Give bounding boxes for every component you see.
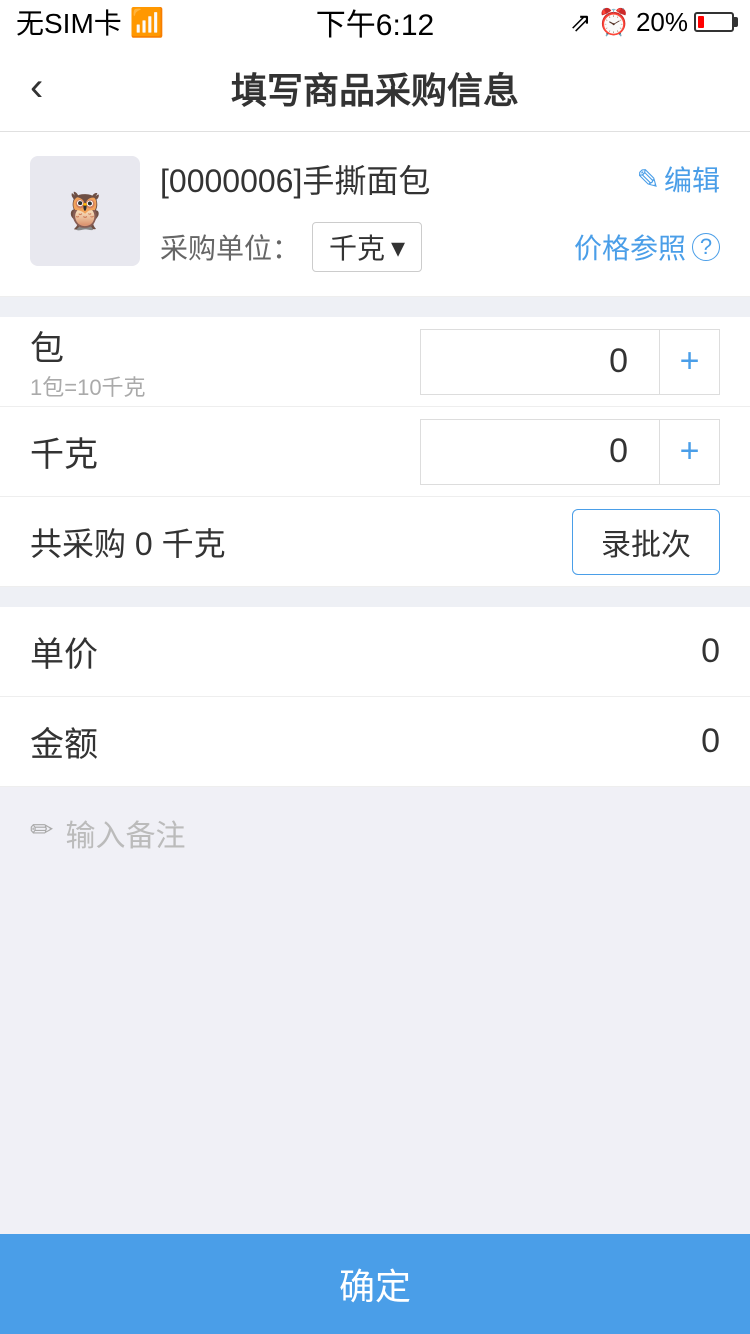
status-carrier: 无SIM卡 📶 bbox=[16, 2, 165, 42]
kg-label-group: 千克 bbox=[30, 427, 150, 476]
battery-icon bbox=[694, 12, 734, 32]
price-ref-link[interactable]: 价格参照 ? bbox=[574, 227, 720, 267]
section-separator-1 bbox=[0, 297, 750, 317]
unit-value: 千克 bbox=[329, 227, 385, 267]
dropdown-arrow: ▾ bbox=[391, 231, 405, 264]
pencil-icon: ✏ bbox=[30, 813, 53, 846]
bao-plus-button[interactable]: + bbox=[660, 329, 720, 395]
edit-link[interactable]: ✎ 编辑 bbox=[637, 159, 720, 199]
status-time: 下午6:12 bbox=[316, 0, 434, 44]
edit-label: 编辑 bbox=[664, 159, 720, 199]
bao-label-group: 包 1包=10千克 bbox=[30, 321, 150, 402]
info-section: 单价 0 金额 0 bbox=[0, 607, 750, 787]
amount-row: 金额 0 bbox=[0, 697, 750, 787]
wifi-icon: 📶 bbox=[130, 6, 165, 39]
kg-plus-button[interactable]: + bbox=[660, 419, 720, 485]
back-chevron: ‹ bbox=[30, 65, 43, 109]
unit-price-label: 单价 bbox=[30, 627, 98, 676]
summary-row: 共采购 0 千克 录批次 bbox=[0, 497, 750, 587]
kg-input[interactable] bbox=[420, 419, 660, 485]
back-button[interactable]: ‹ bbox=[30, 65, 43, 110]
unit-row: 采购单位： 千克 ▾ 价格参照 ? bbox=[160, 222, 720, 272]
amount-label: 金额 bbox=[30, 717, 98, 766]
product-image: 🦉 bbox=[30, 156, 140, 266]
bao-input-row: 包 1包=10千克 + bbox=[0, 317, 750, 407]
alarm-icon: ⏰ bbox=[598, 7, 630, 38]
unit-price-row: 单价 0 bbox=[0, 607, 750, 697]
bao-sublabel: 1包=10千克 bbox=[30, 370, 150, 402]
nav-bar: ‹ 填写商品采购信息 bbox=[0, 44, 750, 132]
content-area: 🦉 [0000006]手撕面包 ✎ 编辑 采购单位： 千克 ▾ bbox=[0, 132, 750, 1047]
product-name-row: [0000006]手撕面包 ✎ 编辑 bbox=[160, 156, 720, 202]
batch-button[interactable]: 录批次 bbox=[572, 509, 720, 575]
kg-input-row: 千克 + bbox=[0, 407, 750, 497]
confirm-button[interactable]: 确定 bbox=[0, 1234, 750, 1334]
status-right: ⇗ ⏰ 20% bbox=[570, 7, 734, 38]
unit-label-text: 采购单位： bbox=[160, 227, 300, 267]
product-info: [0000006]手撕面包 ✎ 编辑 采购单位： 千克 ▾ 价格参照 ? bbox=[160, 156, 720, 272]
note-area[interactable]: ✏ 输入备注 bbox=[0, 787, 750, 947]
price-ref-help-icon: ? bbox=[692, 233, 720, 261]
summary-text: 共采购 0 千克 bbox=[30, 519, 226, 565]
input-section: 包 1包=10千克 + 千克 + bbox=[0, 317, 750, 497]
unit-price-value: 0 bbox=[701, 632, 720, 671]
unit-select[interactable]: 千克 ▾ bbox=[312, 222, 422, 272]
status-bar: 无SIM卡 📶 下午6:12 ⇗ ⏰ 20% bbox=[0, 0, 750, 44]
product-name: [0000006]手撕面包 bbox=[160, 156, 430, 202]
bao-input-group: + bbox=[420, 329, 720, 395]
battery-text: 20% bbox=[636, 7, 688, 38]
kg-input-group: + bbox=[420, 419, 720, 485]
carrier-text: 无SIM卡 bbox=[16, 2, 122, 42]
price-ref-label: 价格参照 bbox=[574, 227, 686, 267]
note-placeholder: 输入备注 bbox=[65, 811, 185, 855]
kg-label: 千克 bbox=[30, 427, 150, 476]
location-icon: ⇗ bbox=[570, 7, 592, 38]
product-card: 🦉 [0000006]手撕面包 ✎ 编辑 采购单位： 千克 ▾ bbox=[0, 132, 750, 297]
edit-icon: ✎ bbox=[637, 163, 660, 196]
product-logo: 🦉 bbox=[63, 190, 108, 232]
bao-input[interactable] bbox=[420, 329, 660, 395]
section-separator-2 bbox=[0, 587, 750, 607]
unit-label-group: 采购单位： 千克 ▾ bbox=[160, 222, 422, 272]
page-title: 填写商品采购信息 bbox=[231, 62, 519, 114]
bao-label: 包 bbox=[30, 321, 150, 370]
amount-value: 0 bbox=[701, 722, 720, 761]
